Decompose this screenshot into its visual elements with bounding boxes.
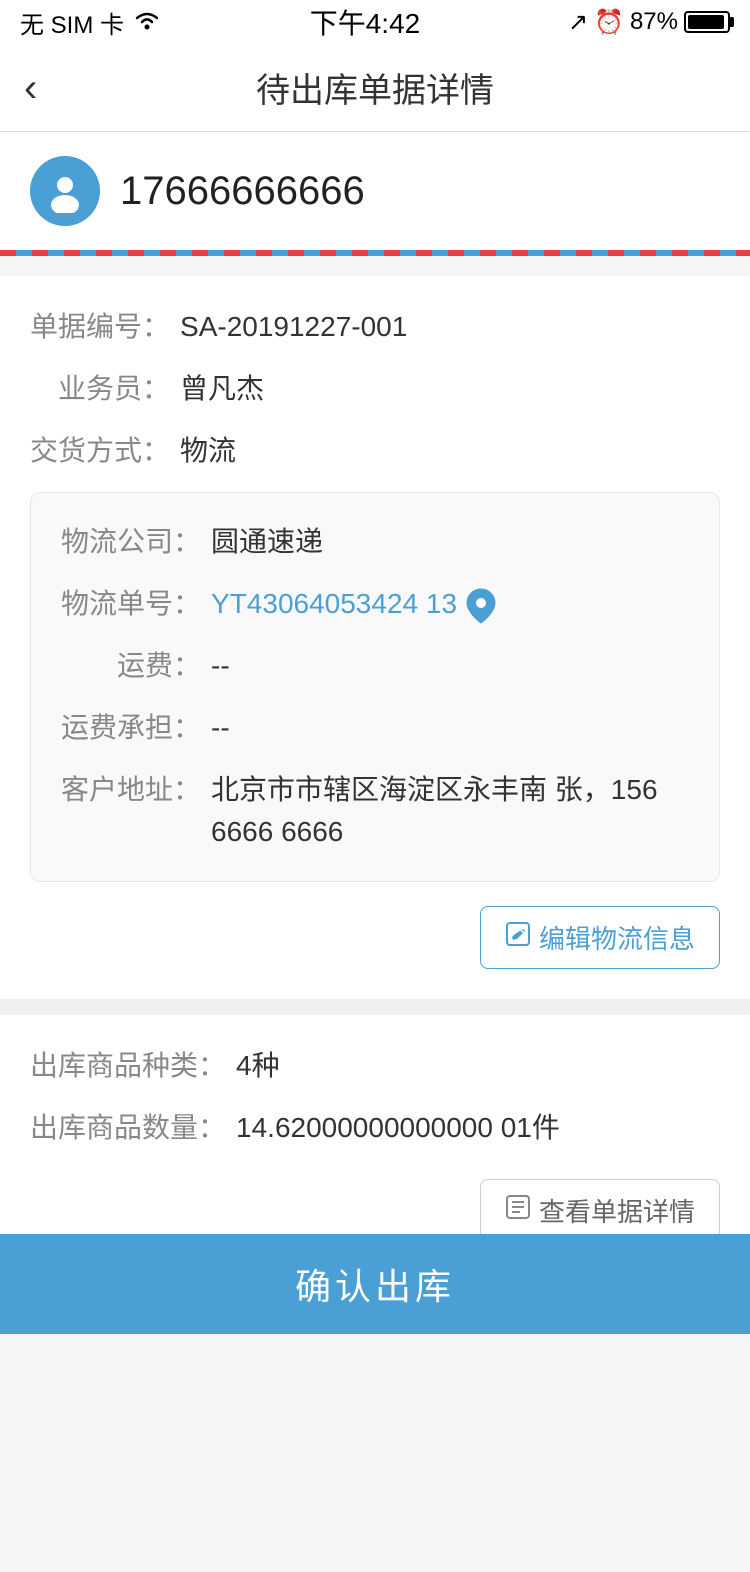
status-right: ↗ ⏰ 87%	[568, 8, 730, 37]
back-button[interactable]: ‹	[24, 68, 37, 108]
location-status-icon: ↗	[568, 8, 588, 37]
status-bar: 无 SIM 卡 下午4:42 ↗ ⏰ 87%	[0, 0, 750, 44]
sales-person-label: 业务员：	[30, 368, 170, 410]
goods-type-value: 4种	[236, 1045, 720, 1087]
freight-bearer-value: --	[211, 707, 689, 749]
confirm-button-label: 确认出库	[295, 1258, 455, 1310]
edit-icon	[505, 921, 531, 954]
section-divider	[0, 999, 750, 1015]
dashed-separator	[0, 250, 750, 256]
edit-logistics-button[interactable]: 编辑物流信息	[480, 906, 720, 969]
tracking-number-row: 物流单号： YT43064053424 13	[61, 583, 689, 625]
view-detail-button-area: 查看单据详情	[30, 1179, 720, 1242]
goods-type-label: 出库商品种类：	[30, 1045, 226, 1087]
freight-value: --	[211, 645, 689, 687]
wifi-icon	[132, 8, 162, 37]
user-header: 17666666666	[0, 132, 750, 250]
avatar	[30, 156, 100, 226]
order-info-section: 单据编号： SA-20191227-001 业务员： 曾凡杰 交货方式： 物流 …	[0, 276, 750, 999]
view-detail-label: 查看单据详情	[539, 1192, 695, 1229]
freight-row: 运费： --	[61, 645, 689, 687]
goods-type-row: 出库商品种类： 4种	[30, 1045, 720, 1087]
logistics-card: 物流公司： 圆通速递 物流单号： YT43064053424 13 运费： --…	[30, 492, 720, 882]
address-value: 北京市市辖区海淀区永丰南 张，156 6666 6666	[211, 769, 689, 853]
logistics-company-row: 物流公司： 圆通速递	[61, 521, 689, 563]
confirm-button-area[interactable]: 确认出库	[0, 1234, 750, 1334]
user-phone: 17666666666	[120, 169, 365, 214]
delivery-method-label: 交货方式：	[30, 430, 170, 472]
freight-bearer-row: 运费承担： --	[61, 707, 689, 749]
list-icon	[505, 1194, 531, 1227]
alarm-icon: ⏰	[594, 8, 624, 37]
time-label: 下午4:42	[310, 2, 421, 42]
logistics-company-value: 圆通速递	[211, 521, 689, 563]
logistics-company-label: 物流公司：	[61, 521, 201, 563]
document-number-value: SA-20191227-001	[180, 306, 720, 348]
tracking-number-value: YT43064053424 13	[211, 583, 689, 625]
document-number-row: 单据编号： SA-20191227-001	[30, 306, 720, 348]
sales-person-value: 曾凡杰	[180, 368, 720, 410]
avatar-icon	[43, 169, 87, 213]
location-pin-icon	[465, 587, 497, 625]
goods-quantity-row: 出库商品数量： 14.62000000000000 01件	[30, 1107, 720, 1149]
address-row: 客户地址： 北京市市辖区海淀区永丰南 张，156 6666 6666	[61, 769, 689, 853]
status-left: 无 SIM 卡	[20, 5, 162, 40]
sales-person-row: 业务员： 曾凡杰	[30, 368, 720, 410]
tracking-number-label: 物流单号：	[61, 583, 201, 625]
document-number-label: 单据编号：	[30, 306, 170, 348]
battery-icon	[684, 11, 730, 33]
delivery-method-value: 物流	[180, 430, 720, 472]
edit-logistics-label: 编辑物流信息	[539, 919, 695, 956]
freight-bearer-label: 运费承担：	[61, 707, 201, 749]
carrier-label: 无 SIM 卡	[20, 5, 124, 40]
nav-bar: ‹ 待出库单据详情	[0, 44, 750, 132]
battery-percent: 87%	[630, 8, 678, 36]
delivery-method-row: 交货方式： 物流	[30, 430, 720, 472]
freight-label: 运费：	[61, 645, 201, 687]
page-title: 待出库单据详情	[256, 63, 494, 112]
edit-logistics-button-area: 编辑物流信息	[30, 906, 720, 969]
goods-quantity-value: 14.62000000000000 01件	[236, 1107, 720, 1149]
view-detail-button[interactable]: 查看单据详情	[480, 1179, 720, 1242]
address-label: 客户地址：	[61, 769, 201, 811]
goods-quantity-label: 出库商品数量：	[30, 1107, 226, 1149]
